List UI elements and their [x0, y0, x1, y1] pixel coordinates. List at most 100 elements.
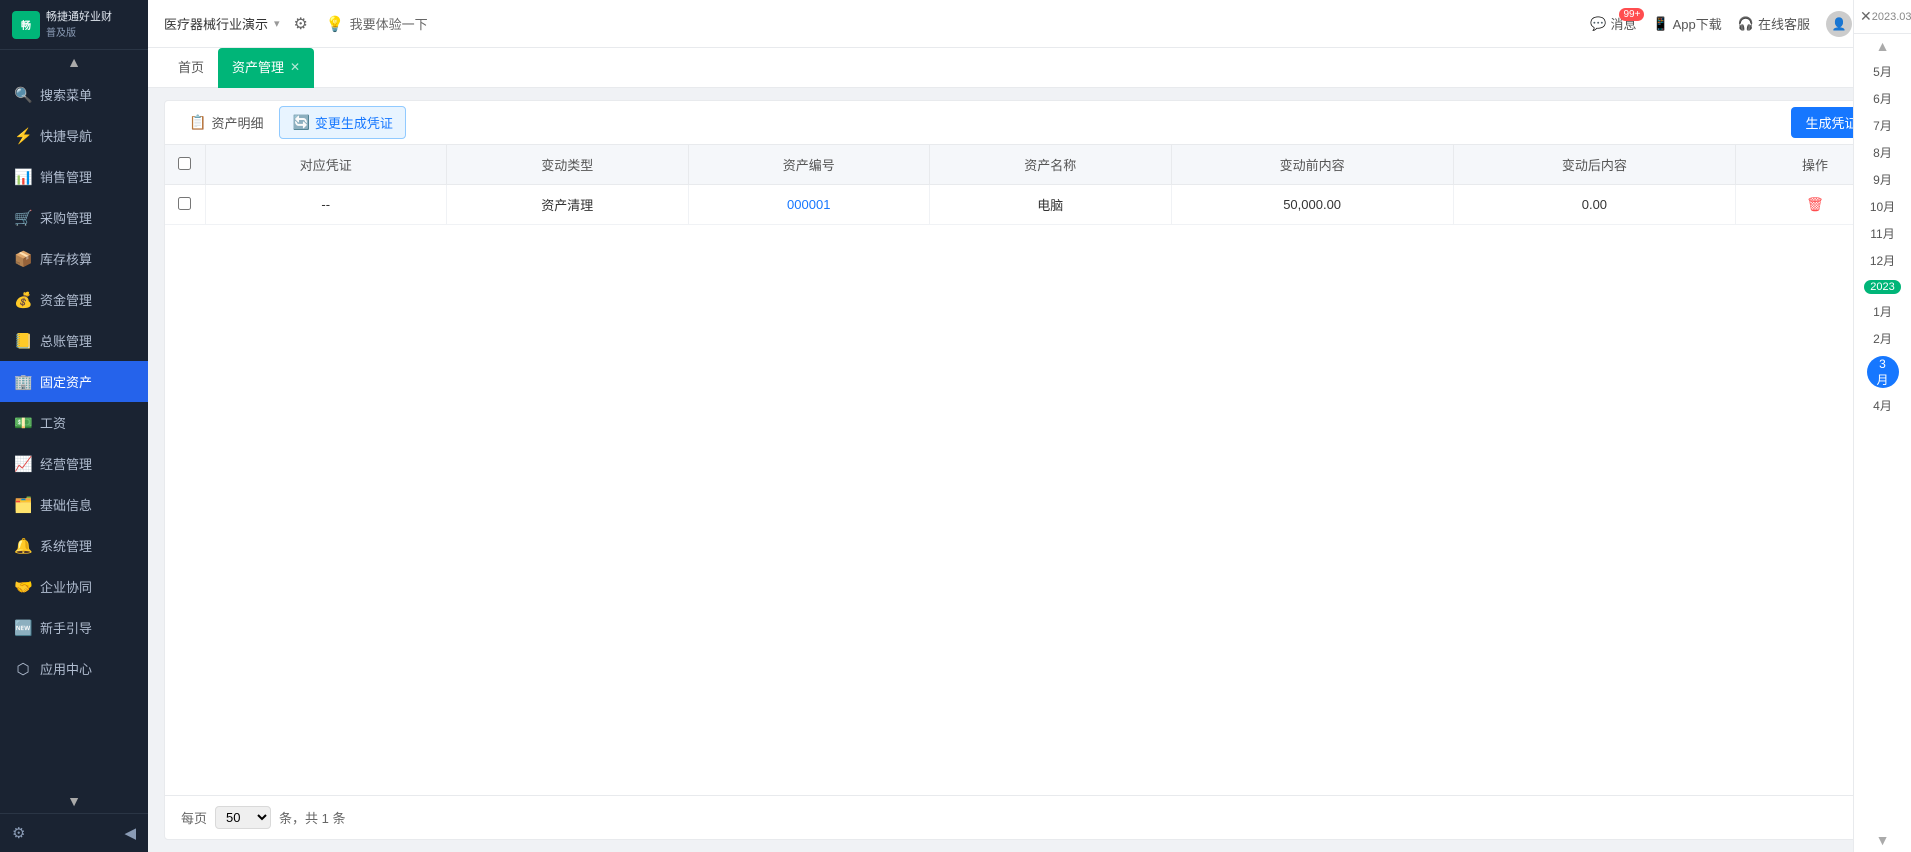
sidebar-item-sales[interactable]: 📊 销售管理 [0, 156, 148, 197]
messages-btn[interactable]: 💬 消息 99+ [1590, 14, 1636, 33]
main-area: 医疗器械行业演示 ▾ ⚙ 💡 我要体验一下 💬 消息 99+ 📱 App下载 🎧… [148, 0, 1911, 852]
td-voucher: -- [205, 185, 447, 225]
sidebar-item-label: 企业协同 [40, 577, 92, 596]
search-icon: 🔍 [14, 86, 32, 104]
quick-nav-icon: ⚡ [14, 127, 32, 145]
logo-icon: 畅 [12, 11, 40, 39]
fixed-assets-icon: 🏢 [14, 373, 32, 391]
system-icon: 🔔 [14, 537, 32, 555]
purchase-icon: 🛒 [14, 209, 32, 227]
date-title: 2023.03 [1872, 11, 1911, 23]
date-month-2023-4[interactable]: 4月 [1854, 392, 1911, 419]
date-month-10[interactable]: 10月 [1854, 193, 1911, 220]
table-row: -- 资产清理 000001 电脑 50,000.00 0.00 🗑 [165, 185, 1894, 225]
logo: 畅 畅捷通好业财 普及版 [0, 0, 148, 50]
td-checkbox [165, 185, 205, 225]
sidebar-item-basic-info[interactable]: 🗂️ 基础信息 [0, 484, 148, 525]
finance-icon: 💰 [14, 291, 32, 309]
headset-icon: 🎧 [1738, 16, 1754, 32]
sidebar-item-inventory[interactable]: 📦 库存核算 [0, 238, 148, 279]
date-month-2023-3[interactable]: 3月 [1867, 356, 1899, 388]
sidebar-item-label: 工资 [40, 413, 66, 432]
date-month-8[interactable]: 8月 [1854, 139, 1911, 166]
online-service-btn[interactable]: 🎧 在线客服 [1738, 14, 1810, 33]
table-footer: 每页 50 10 20 100 条，共 1 条 [165, 795, 1894, 839]
sidebar-scroll-down[interactable]: ▼ [0, 789, 148, 813]
date-sidebar-header: ✕ 2023.03 ⤢ [1854, 0, 1911, 34]
select-all-checkbox[interactable] [178, 157, 191, 170]
sidebar-item-guide[interactable]: 🆕 新手引导 [0, 607, 148, 648]
tab-asset-management-label: 资产管理 [232, 57, 284, 76]
feedback-label: 我要体验一下 [350, 14, 428, 33]
app-download-label: App下载 [1673, 14, 1722, 33]
settings-gear-icon[interactable]: ⚙ [294, 14, 308, 34]
th-before-change: 变动前内容 [1171, 145, 1453, 185]
sidebar-item-ledger[interactable]: 📒 总账管理 [0, 320, 148, 361]
tab-asset-management[interactable]: 资产管理 ✕ [218, 48, 314, 88]
sidebar-item-operations[interactable]: 📈 经营管理 [0, 443, 148, 484]
date-month-9[interactable]: 9月 [1854, 166, 1911, 193]
sidebar-scroll-up[interactable]: ▲ [0, 50, 148, 74]
total-count: 条，共 1 条 [279, 808, 345, 827]
date-month-2023-1[interactable]: 1月 [1854, 298, 1911, 325]
app-download-icon: 📱 [1652, 16, 1668, 32]
feedback-btn[interactable]: 💡 我要体验一下 [326, 14, 428, 33]
sidebar-item-search[interactable]: 🔍 搜索菜单 [0, 74, 148, 115]
sub-tab-change-voucher[interactable]: 🔄 变更生成凭证 [279, 106, 405, 139]
th-after-change: 变动后内容 [1453, 145, 1735, 185]
sidebar: 畅 畅捷通好业财 普及版 ▲ 🔍 搜索菜单 ⚡ 快捷导航 📊 销售管理 🛒 采购… [0, 0, 148, 852]
company-name: 医疗器械行业演示 [164, 14, 268, 33]
date-month-7[interactable]: 7月 [1854, 112, 1911, 139]
close-tab-icon[interactable]: ✕ [290, 60, 300, 74]
date-month-12[interactable]: 12月 [1854, 247, 1911, 274]
company-selector[interactable]: 医疗器械行业演示 ▾ [164, 14, 280, 33]
sidebar-item-purchase[interactable]: 🛒 采购管理 [0, 197, 148, 238]
settings-icon[interactable]: ⚙ [12, 824, 25, 842]
date-month-5[interactable]: 5月 [1854, 58, 1911, 85]
basic-info-icon: 🗂️ [14, 496, 32, 514]
date-sidebar: ✕ 2023.03 ⤢ ▲ 5月 6月 7月 8月 9月 10月 11月 12月… [1853, 0, 1911, 852]
sidebar-item-label: 总账管理 [40, 331, 92, 350]
app-download-btn[interactable]: 📱 App下载 [1652, 14, 1721, 33]
sidebar-item-label: 应用中心 [40, 659, 92, 678]
collapse-icon[interactable]: ◀ [124, 824, 136, 842]
sidebar-item-label: 固定资产 [40, 372, 92, 391]
delete-row-icon[interactable]: 🗑 [1806, 196, 1824, 212]
sidebar-item-app-center[interactable]: ⬡ 应用中心 [0, 648, 148, 689]
date-scroll-down[interactable]: ▼ [1854, 828, 1911, 852]
topbar-right: 💬 消息 99+ 📱 App下载 🎧 在线客服 👤 畅捷通 [1590, 11, 1895, 37]
sub-tab-asset-detail[interactable]: 📋 资产明细 [177, 107, 275, 138]
td-change-type: 资产清理 [447, 185, 689, 225]
guide-icon: 🆕 [14, 619, 32, 637]
sidebar-item-label: 销售管理 [40, 167, 92, 186]
date-scroll-up[interactable]: ▲ [1854, 34, 1911, 58]
messages-badge: 99+ [1619, 8, 1644, 21]
online-service-label: 在线客服 [1758, 14, 1810, 33]
tab-home[interactable]: 首页 [164, 48, 218, 88]
chevron-down-icon: ▾ [274, 17, 280, 30]
close-date-sidebar-icon[interactable]: ✕ [1860, 8, 1872, 25]
sidebar-item-label: 新手引导 [40, 618, 92, 637]
date-month-2023-2[interactable]: 2月 [1854, 325, 1911, 352]
date-month-11[interactable]: 11月 [1854, 220, 1911, 247]
sidebar-item-quick-nav[interactable]: ⚡ 快捷导航 [0, 115, 148, 156]
th-checkbox [165, 145, 205, 185]
data-table: 对应凭证 变动类型 资产编号 资产名称 变动前内容 变动后内容 操作 [165, 145, 1894, 225]
per-page-select[interactable]: 50 10 20 100 [215, 806, 271, 829]
sub-tab-change-voucher-label: 变更生成凭证 [315, 113, 393, 132]
sidebar-item-enterprise[interactable]: 🤝 企业协同 [0, 566, 148, 607]
sidebar-item-fixed-assets[interactable]: 🏢 固定资产 [0, 361, 148, 402]
sidebar-item-label: 搜索菜单 [40, 85, 92, 104]
td-asset-no: 000001 [688, 185, 930, 225]
date-month-6[interactable]: 6月 [1854, 85, 1911, 112]
year-badge-2023: 2023 [1864, 280, 1900, 294]
logo-version: 普及版 [46, 24, 112, 39]
sidebar-item-system[interactable]: 🔔 系统管理 [0, 525, 148, 566]
sidebar-item-finance[interactable]: 💰 资金管理 [0, 279, 148, 320]
avatar: 👤 [1826, 11, 1852, 37]
sidebar-item-salary[interactable]: 💵 工资 [0, 402, 148, 443]
generate-label: 生成凭证 [1805, 113, 1857, 132]
row-checkbox[interactable] [178, 197, 191, 210]
sales-icon: 📊 [14, 168, 32, 186]
inventory-icon: 📦 [14, 250, 32, 268]
